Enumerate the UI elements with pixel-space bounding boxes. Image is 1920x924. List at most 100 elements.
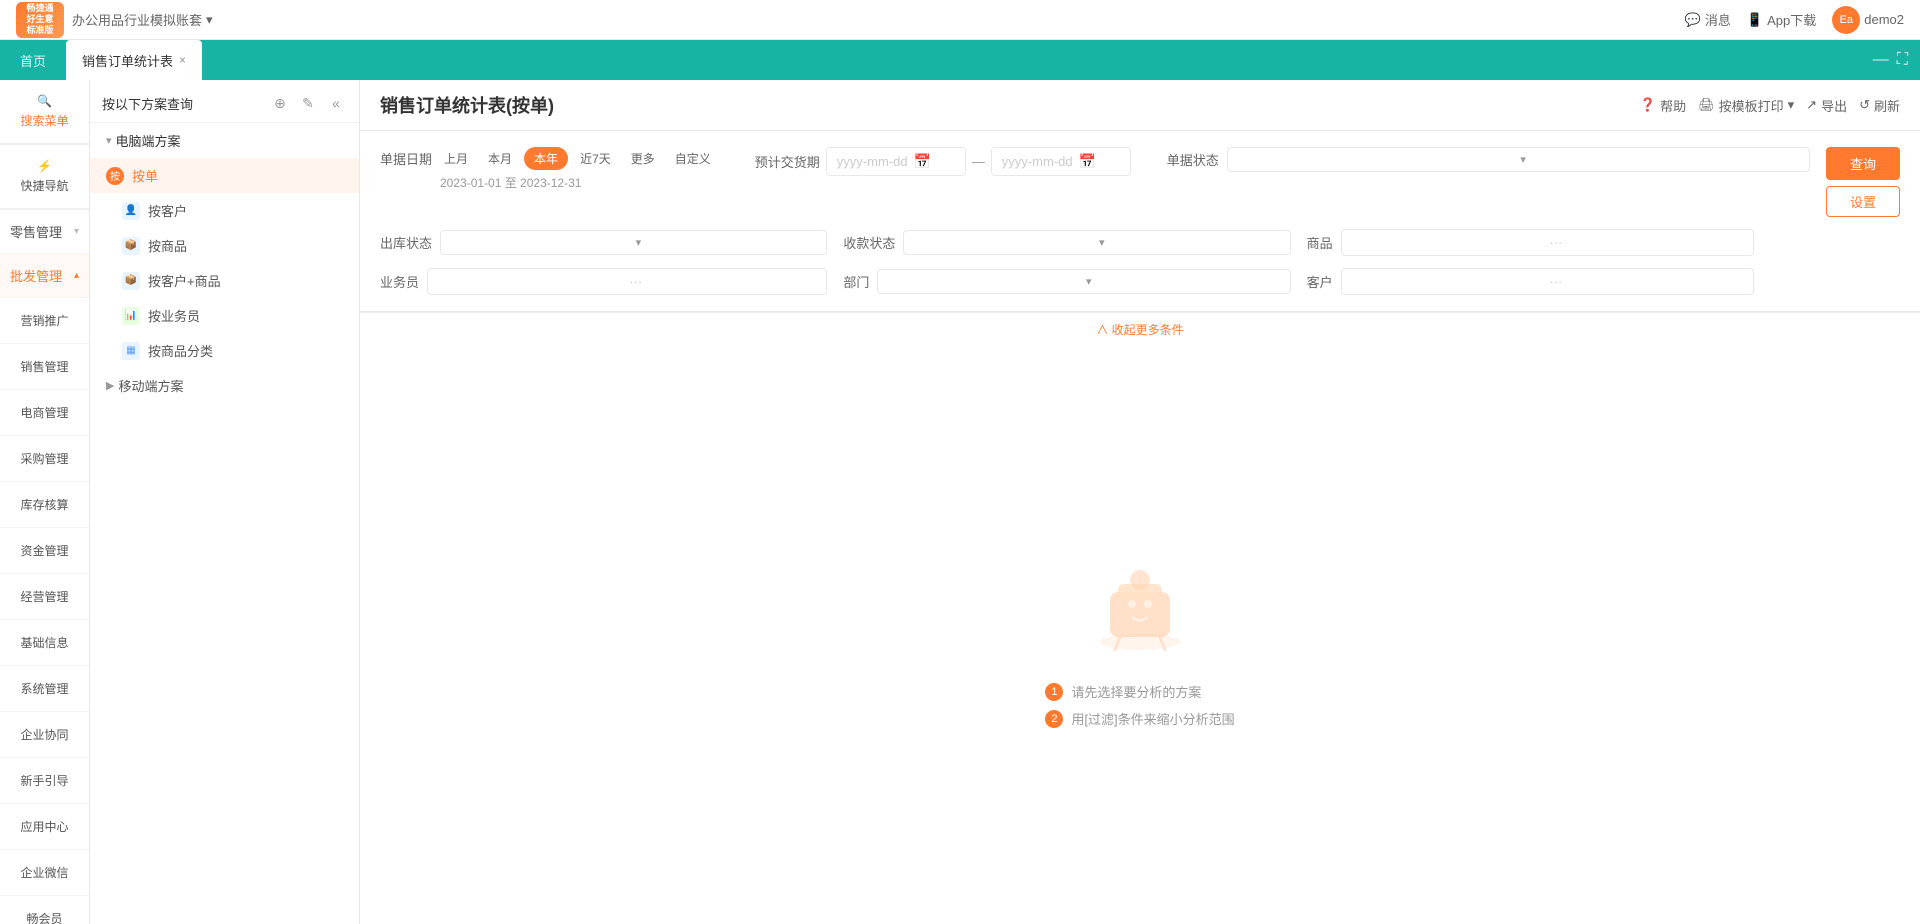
scheme-by-category[interactable]: ▦ 按商品分类 [90, 333, 359, 368]
goods-select[interactable]: ··· [1341, 229, 1754, 256]
tip-text-1: 请先选择要分析的方案 [1071, 682, 1201, 701]
ecommerce-label: 电商管理 [20, 404, 68, 421]
filter-customer: 客户 ··· [1307, 268, 1754, 295]
calendar-icon-end[interactable]: 📅 [1079, 153, 1096, 170]
add-scheme-btn[interactable]: ⊕ [269, 92, 291, 114]
sidebar-item-member[interactable]: 畅会员 [0, 896, 89, 924]
filter-row-1: 单据日期 上月 本月 本年 近7天 更多 自定义 2023-01-01 至 20… [380, 147, 1900, 217]
marketing-label: 营销推广 [20, 312, 68, 329]
payment-select[interactable]: ▾ [903, 230, 1290, 255]
mobile-section-header[interactable]: ▶ 移动端方案 [90, 368, 359, 403]
user-profile[interactable]: Ea demo2 [1832, 6, 1904, 34]
expected-date-start[interactable]: yyyy-mm-dd 📅 [826, 147, 966, 176]
app-download-btn[interactable]: 📱 App下载 [1747, 10, 1816, 29]
custom-btn[interactable]: 自定义 [667, 147, 719, 170]
sidebar-item-sales[interactable]: 销售管理 [0, 344, 89, 390]
sidebar-item-apps[interactable]: 应用中心 [0, 804, 89, 850]
outbound-chevron-icon: ▾ [636, 236, 817, 249]
left-panel-icons: ⊕ ✎ « [269, 92, 347, 114]
empty-tip-1: 1 请先选择要分析的方案 [1045, 682, 1234, 701]
outbound-select[interactable]: ▾ [440, 230, 827, 255]
system-label: 系统管理 [20, 680, 68, 697]
top-bar: 畅捷通好生意标准版 办公用品行业模拟账套 ▾ 💬 消息 📱 App下载 Ea d… [0, 0, 1920, 40]
sidebar-item-system[interactable]: 系统管理 [0, 666, 89, 712]
date-label: 单据日期 [380, 149, 432, 168]
member-label: 畅会员 [26, 910, 62, 924]
logo-text: 畅捷通好生意标准版 [26, 3, 53, 35]
minimize-icon[interactable]: — [1873, 51, 1889, 69]
prev-month-btn[interactable]: 上月 [436, 147, 476, 170]
scheme-by-salesperson[interactable]: 📊 按业务员 [90, 298, 359, 333]
tab-sales-statistics[interactable]: 销售订单统计表 × [66, 40, 202, 80]
sidebar-item-newbie[interactable]: 新手引导 [0, 758, 89, 804]
retail-label: 零售管理 [10, 222, 62, 241]
search-icon: 🔍 [37, 94, 52, 108]
left-panel-title: 按以下方案查询 [102, 94, 261, 113]
dept-select[interactable]: ▾ [877, 269, 1290, 294]
scheme-label-customer: 按客户 [148, 201, 187, 220]
messages-btn[interactable]: 💬 消息 [1685, 10, 1731, 29]
query-btn[interactable]: 查询 [1826, 147, 1900, 180]
sidebar-item-quick-nav[interactable]: ⚡ 快捷导航 [0, 145, 89, 210]
scheme-by-order[interactable]: 按 按单 [90, 158, 359, 193]
scheme-icon-sales: 📊 [122, 307, 140, 325]
sidebar-item-marketing[interactable]: 营销推广 [0, 298, 89, 344]
chevron-down-icon: ▴ [74, 270, 79, 281]
scheme-label-customer-goods: 按客户+商品 [148, 271, 221, 290]
page-header: 销售订单统计表(按单) ❓ 帮助 🖨 按模板打印 ▾ ↗ [360, 80, 1920, 131]
plus-icon: ⊕ [274, 95, 286, 112]
sidebar-item-purchase[interactable]: 采购管理 [0, 436, 89, 482]
calendar-icon-start[interactable]: 📅 [914, 153, 931, 170]
status-select[interactable]: ▾ [1227, 147, 1810, 172]
filter-salesperson: 业务员 ··· [380, 268, 827, 295]
sidebar-item-wechat[interactable]: 企业微信 [0, 850, 89, 896]
avatar: Ea [1832, 6, 1860, 34]
maximize-icon[interactable]: ⛶ [1897, 51, 1908, 69]
scheme-by-customer[interactable]: 👤 按客户 [90, 193, 359, 228]
filter-row-3: 业务员 ··· 部门 ▾ 客户 [380, 268, 1900, 295]
tab-home[interactable]: 首页 [0, 40, 66, 80]
sidebar-item-search[interactable]: 🔍 搜索菜单 [0, 80, 89, 145]
dept-chevron-icon: ▾ [1086, 275, 1280, 288]
sidebar-item-management[interactable]: 经营管理 [0, 574, 89, 620]
download-icon: 📱 [1747, 12, 1763, 28]
sidebar-item-inventory[interactable]: 库存核算 [0, 482, 89, 528]
goods-dots-icon[interactable]: ··· [1549, 235, 1743, 250]
salesperson-select[interactable]: ··· [427, 268, 827, 295]
export-btn[interactable]: ↗ 导出 [1806, 96, 1847, 115]
desktop-label: 电脑端方案 [116, 131, 181, 150]
this-month-btn[interactable]: 本月 [480, 147, 520, 170]
sidebar-item-finance[interactable]: 资金管理 [0, 528, 89, 574]
collapse-up-icon: ∧ [1096, 323, 1108, 337]
desktop-section-header[interactable]: ▾ 电脑端方案 [90, 123, 359, 158]
scheme-by-customer-goods[interactable]: 📦 按客户+商品 [90, 263, 359, 298]
salesperson-dots-icon[interactable]: ··· [629, 274, 816, 289]
customer-dots-icon[interactable]: ··· [1549, 274, 1743, 289]
collapse-bar[interactable]: ∧ 收起更多条件 [360, 312, 1920, 346]
help-btn[interactable]: ❓ 帮助 [1640, 96, 1686, 115]
sidebar-item-retail[interactable]: 零售管理 ▾ [0, 210, 89, 254]
scheme-by-goods[interactable]: 📦 按商品 [90, 228, 359, 263]
edit-scheme-btn[interactable]: ✎ [297, 92, 319, 114]
empty-state: 1 请先选择要分析的方案 2 用[过滤]条件来缩小分析范围 [360, 346, 1920, 924]
top-bar-right: 💬 消息 📱 App下载 Ea demo2 [1685, 6, 1904, 34]
filter-date: 单据日期 上月 本月 本年 近7天 更多 自定义 2023-01-01 至 20… [380, 147, 719, 191]
more-btn[interactable]: 更多 [623, 147, 663, 170]
scheme-label-category: 按商品分类 [148, 341, 213, 360]
salesperson-label: 业务员 [380, 272, 419, 291]
expected-date-end[interactable]: yyyy-mm-dd 📅 [991, 147, 1131, 176]
template-print-btn[interactable]: 🖨 按模板打印 ▾ [1698, 96, 1794, 115]
last7-btn[interactable]: 近7天 [572, 147, 619, 170]
sidebar-item-wholesale[interactable]: 批发管理 ▴ [0, 254, 89, 298]
this-year-btn[interactable]: 本年 [524, 147, 568, 170]
sidebar-item-basic[interactable]: 基础信息 [0, 620, 89, 666]
industry-selector[interactable]: 办公用品行业模拟账套 ▾ [72, 10, 213, 29]
sidebar-item-ecommerce[interactable]: 电商管理 [0, 390, 89, 436]
settings-btn[interactable]: 设置 [1826, 186, 1900, 217]
customer-select[interactable]: ··· [1341, 268, 1754, 295]
refresh-btn[interactable]: ↺ 刷新 [1859, 96, 1900, 115]
date-range-display: 2023-01-01 至 2023-12-31 [380, 174, 719, 191]
tab-close-icon[interactable]: × [179, 53, 186, 67]
collapse-panel-btn[interactable]: « [325, 92, 347, 114]
sidebar-item-enterprise[interactable]: 企业协同 [0, 712, 89, 758]
